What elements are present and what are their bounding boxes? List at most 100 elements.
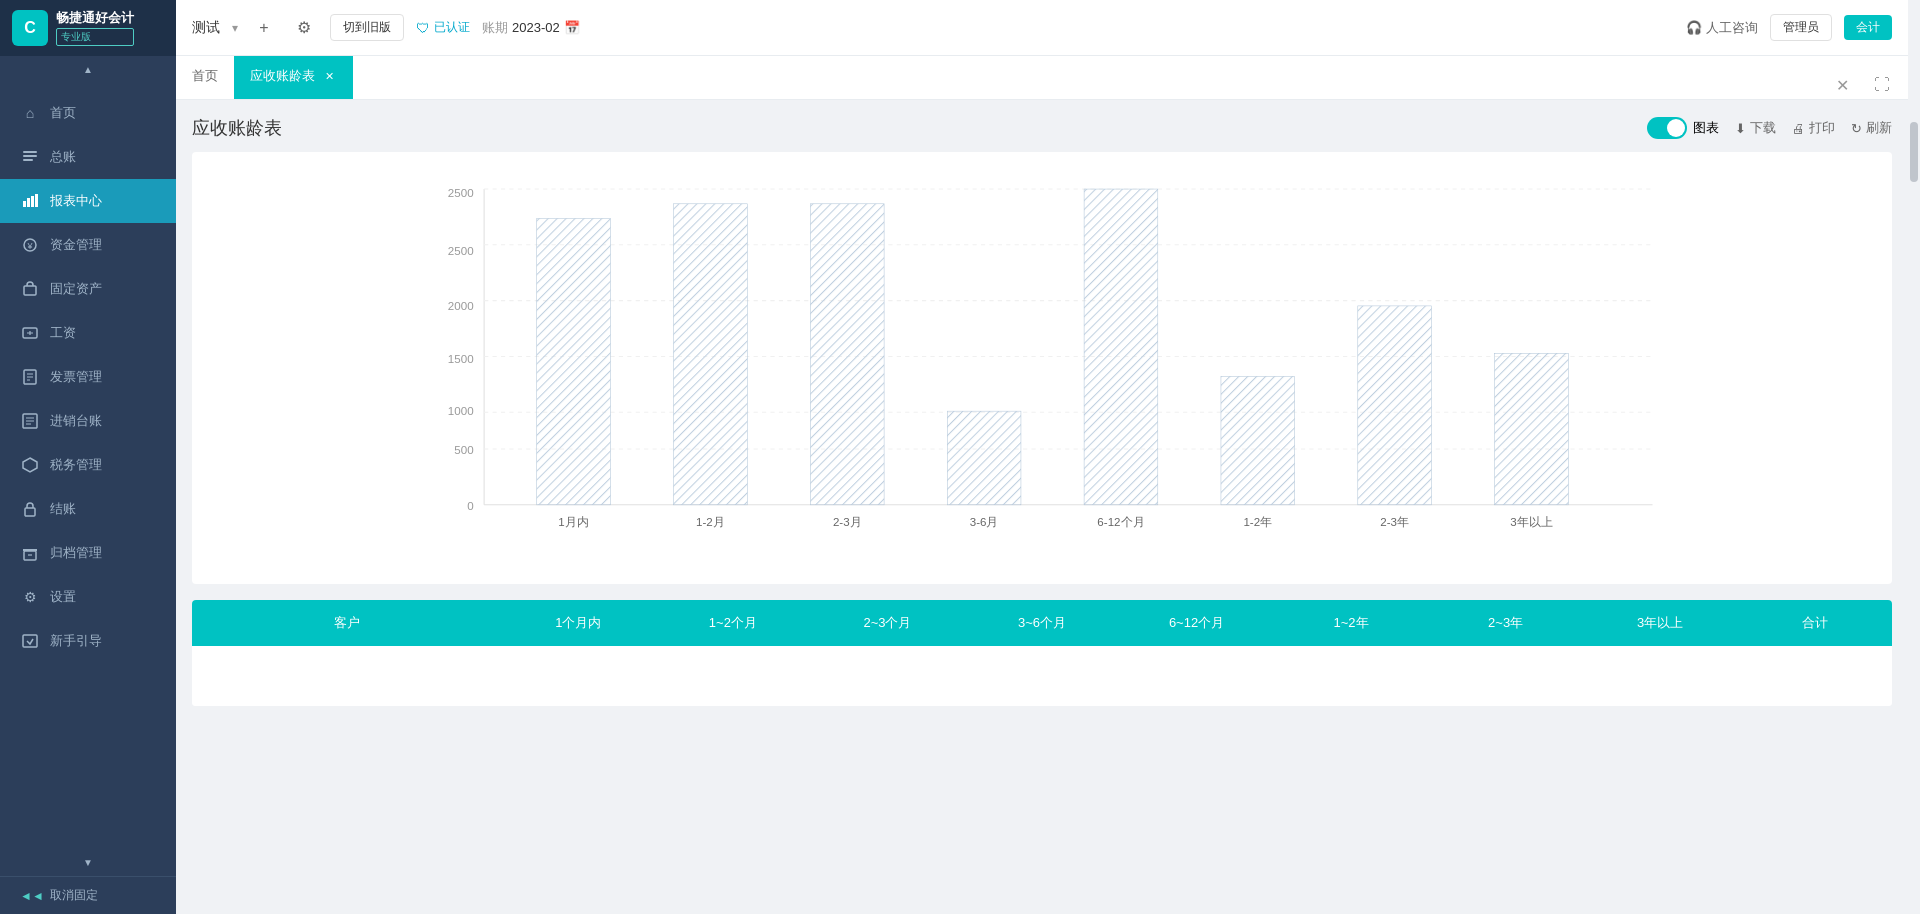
chart-toggle[interactable]	[1647, 117, 1687, 139]
svg-rect-0	[23, 151, 37, 153]
headset-icon: 🎧	[1686, 20, 1702, 35]
bar-4	[947, 411, 1021, 505]
switch-version-button[interactable]: 切到旧版	[330, 14, 404, 41]
print-button[interactable]: 🖨 打印	[1792, 119, 1835, 137]
bar-7	[1358, 306, 1432, 505]
top-bar: 测试 ▾ + ⚙ 切到旧版 🛡 已认证 账期 2023-02 📅 🎧	[176, 0, 1908, 56]
main-area: 测试 ▾ + ⚙ 切到旧版 🛡 已认证 账期 2023-02 📅 🎧	[176, 0, 1908, 914]
tab-close-icon[interactable]: ✕	[1828, 71, 1856, 99]
sidebar-item-fund-label: 资金管理	[50, 236, 102, 254]
sidebar-item-home[interactable]: ⌂ 首页	[0, 91, 176, 135]
col-3-6m: 3~6个月	[965, 600, 1120, 646]
svg-text:1-2年: 1-2年	[1243, 516, 1272, 528]
manager-badge[interactable]: 管理员	[1770, 14, 1832, 41]
gear-icon: ⚙	[297, 18, 311, 37]
sidebar-item-closing-label: 结账	[50, 500, 76, 518]
sidebar-item-archive-label: 归档管理	[50, 544, 102, 562]
certified-label: 已认证	[434, 19, 470, 36]
svg-rect-9	[24, 286, 36, 295]
invoice-icon	[20, 367, 40, 387]
svg-text:2000: 2000	[448, 300, 474, 312]
sidebar-logo: C 畅捷通好会计 专业版	[0, 0, 176, 56]
download-icon: ⬇	[1735, 121, 1746, 136]
sidebar-item-fund[interactable]: ¥ 资金管理	[0, 223, 176, 267]
salary-icon	[20, 323, 40, 343]
sidebar: C 畅捷通好会计 专业版 ▲ ⌂ 首页 总账	[0, 0, 176, 914]
assets-icon	[20, 279, 40, 299]
svg-rect-3	[23, 201, 26, 207]
svg-rect-5	[31, 196, 34, 207]
sidebar-item-settings[interactable]: ⚙ 设置	[0, 575, 176, 619]
download-button[interactable]: ⬇ 下载	[1735, 119, 1776, 137]
sidebar-item-report-label: 报表中心	[50, 192, 102, 210]
sidebar-item-closing[interactable]: 结账	[0, 487, 176, 531]
sidebar-item-report[interactable]: 报表中心	[0, 179, 176, 223]
bar-6	[1221, 376, 1295, 504]
sidebar-item-assets[interactable]: 固定资产	[0, 267, 176, 311]
print-icon: 🖨	[1792, 121, 1805, 136]
sidebar-footer: ◄◄ 取消固定	[0, 876, 176, 914]
sidebar-item-invoice[interactable]: 发票管理	[0, 355, 176, 399]
tab-bar: 首页 应收账龄表 ✕ ✕ ⛶	[176, 56, 1908, 100]
sidebar-item-settings-label: 设置	[50, 588, 76, 606]
project-dropdown-button[interactable]: ▾	[232, 21, 238, 35]
sidebar-item-guide[interactable]: 新手引导	[0, 619, 176, 663]
svg-text:3年以上: 3年以上	[1510, 516, 1552, 528]
consult-label: 人工咨询	[1706, 19, 1758, 37]
scroll-down-arrow[interactable]: ▼	[83, 853, 93, 872]
refresh-button[interactable]: ↻ 刷新	[1851, 119, 1892, 137]
svg-rect-4	[27, 198, 30, 207]
app-name-container: 畅捷通好会计 专业版	[56, 10, 134, 46]
accountant-badge[interactable]: 会计	[1844, 15, 1892, 40]
unfix-button[interactable]: ◄◄ 取消固定	[20, 887, 156, 904]
svg-text:500: 500	[454, 444, 473, 456]
page-content: 应收账龄表 图表 ⬇ 下载	[176, 100, 1908, 914]
sidebar-item-salary[interactable]: 工资	[0, 311, 176, 355]
svg-text:2-3年: 2-3年	[1380, 516, 1409, 528]
bar-chart: 0 500 1000 1500 2000 2500 2500	[216, 168, 1868, 568]
period-label: 账期	[482, 19, 508, 37]
settings-icon: ⚙	[20, 587, 40, 607]
sidebar-item-purchase[interactable]: 进销台账	[0, 399, 176, 443]
svg-text:3-6月: 3-6月	[970, 516, 999, 528]
archive-icon	[20, 543, 40, 563]
sidebar-item-ledger[interactable]: 总账	[0, 135, 176, 179]
guide-icon	[20, 631, 40, 651]
svg-text:1-2月: 1-2月	[696, 516, 725, 528]
consult-button[interactable]: 🎧 人工咨询	[1686, 19, 1758, 37]
tab-aging[interactable]: 应收账龄表 ✕	[234, 56, 353, 99]
right-scrollbar[interactable]	[1908, 0, 1920, 914]
app-logo-icon: C	[12, 10, 48, 46]
period-info: 账期 2023-02 📅	[482, 19, 580, 37]
svg-text:2500: 2500	[448, 245, 474, 257]
svg-rect-1	[23, 155, 37, 157]
closing-icon	[20, 499, 40, 519]
svg-rect-2	[23, 159, 33, 161]
period-value: 2023-02	[512, 20, 560, 35]
col-1m: 1个月内	[501, 600, 656, 646]
top-bar-right: 🎧 人工咨询 管理员 会计	[1686, 14, 1892, 41]
tab-home[interactable]: 首页	[176, 56, 234, 99]
add-button[interactable]: +	[250, 14, 278, 42]
tab-expand-icon[interactable]: ⛶	[1868, 71, 1896, 99]
scroll-up-arrow[interactable]: ▲	[83, 60, 93, 79]
sidebar-nav: ⌂ 首页 总账 报表中心 ¥ 资金管理	[0, 83, 176, 849]
unfix-label: 取消固定	[50, 887, 98, 904]
toggle-thumb	[1667, 119, 1685, 137]
project-name: 测试	[192, 19, 220, 37]
tax-icon	[20, 455, 40, 475]
bar-2	[674, 204, 748, 505]
calendar-icon[interactable]: 📅	[564, 20, 580, 35]
sidebar-item-archive[interactable]: 归档管理	[0, 531, 176, 575]
sidebar-item-ledger-label: 总账	[50, 148, 76, 166]
sidebar-item-guide-label: 新手引导	[50, 632, 102, 650]
sidebar-item-tax[interactable]: 税务管理	[0, 443, 176, 487]
app-name: 畅捷通好会计	[56, 10, 134, 26]
tab-aging-close[interactable]: ✕	[321, 68, 337, 84]
chart-inner: 0 500 1000 1500 2000 2500 2500	[216, 168, 1868, 568]
chart-container: 0 500 1000 1500 2000 2500 2500	[192, 152, 1892, 584]
settings-button[interactable]: ⚙	[290, 14, 318, 42]
svg-rect-6	[35, 194, 38, 207]
svg-text:2-3月: 2-3月	[833, 516, 862, 528]
col-6-12m: 6~12个月	[1119, 600, 1274, 646]
